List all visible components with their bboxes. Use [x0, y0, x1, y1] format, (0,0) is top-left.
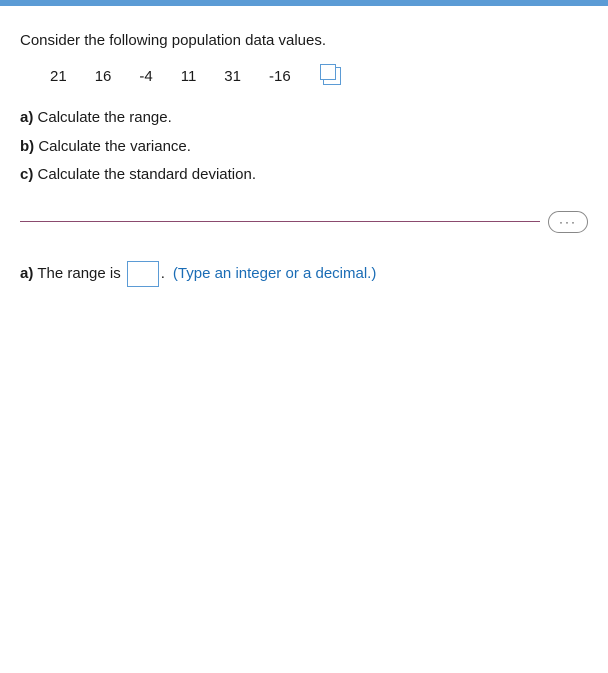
answer-prefix-text: The range is [37, 265, 120, 282]
page-container: Consider the following population data v… [0, 0, 608, 673]
question-a-text: Calculate the range. [38, 109, 172, 126]
more-button[interactable]: ··· [548, 211, 588, 233]
question-item-a: a) Calculate the range. [20, 107, 588, 130]
data-value-5: 31 [224, 68, 241, 85]
problem-statement: Consider the following population data v… [20, 32, 588, 49]
answer-hint: (Type an integer or a decimal.) [173, 265, 376, 282]
question-b-label: b) [20, 138, 34, 155]
copy-icon[interactable] [323, 67, 341, 85]
content-area: Consider the following population data v… [20, 32, 588, 287]
questions-section: a) Calculate the range. b) Calculate the… [20, 107, 588, 187]
question-item-b: b) Calculate the variance. [20, 136, 588, 159]
divider-line [20, 221, 540, 222]
data-value-4: 11 [181, 68, 197, 85]
answer-suffix-text: . [161, 265, 165, 282]
question-a-label: a) [20, 109, 33, 126]
answer-section: a) The range is . (Type an integer or a … [20, 261, 588, 287]
answer-part-label: a) [20, 265, 33, 282]
divider-section: ··· [20, 211, 588, 233]
question-b-text: Calculate the variance. [38, 138, 191, 155]
top-bar [0, 0, 608, 6]
data-value-6: -16 [269, 68, 291, 85]
data-value-2: 16 [95, 68, 112, 85]
answer-row: a) The range is . (Type an integer or a … [20, 261, 588, 287]
data-value-1: 21 [50, 68, 67, 85]
range-input[interactable] [127, 261, 159, 287]
question-item-c: c) Calculate the standard deviation. [20, 164, 588, 187]
data-value-3: -4 [139, 68, 152, 85]
question-c-label: c) [20, 166, 33, 183]
question-c-text: Calculate the standard deviation. [38, 166, 256, 183]
data-values-row: 21 16 -4 11 31 -16 [50, 67, 588, 85]
